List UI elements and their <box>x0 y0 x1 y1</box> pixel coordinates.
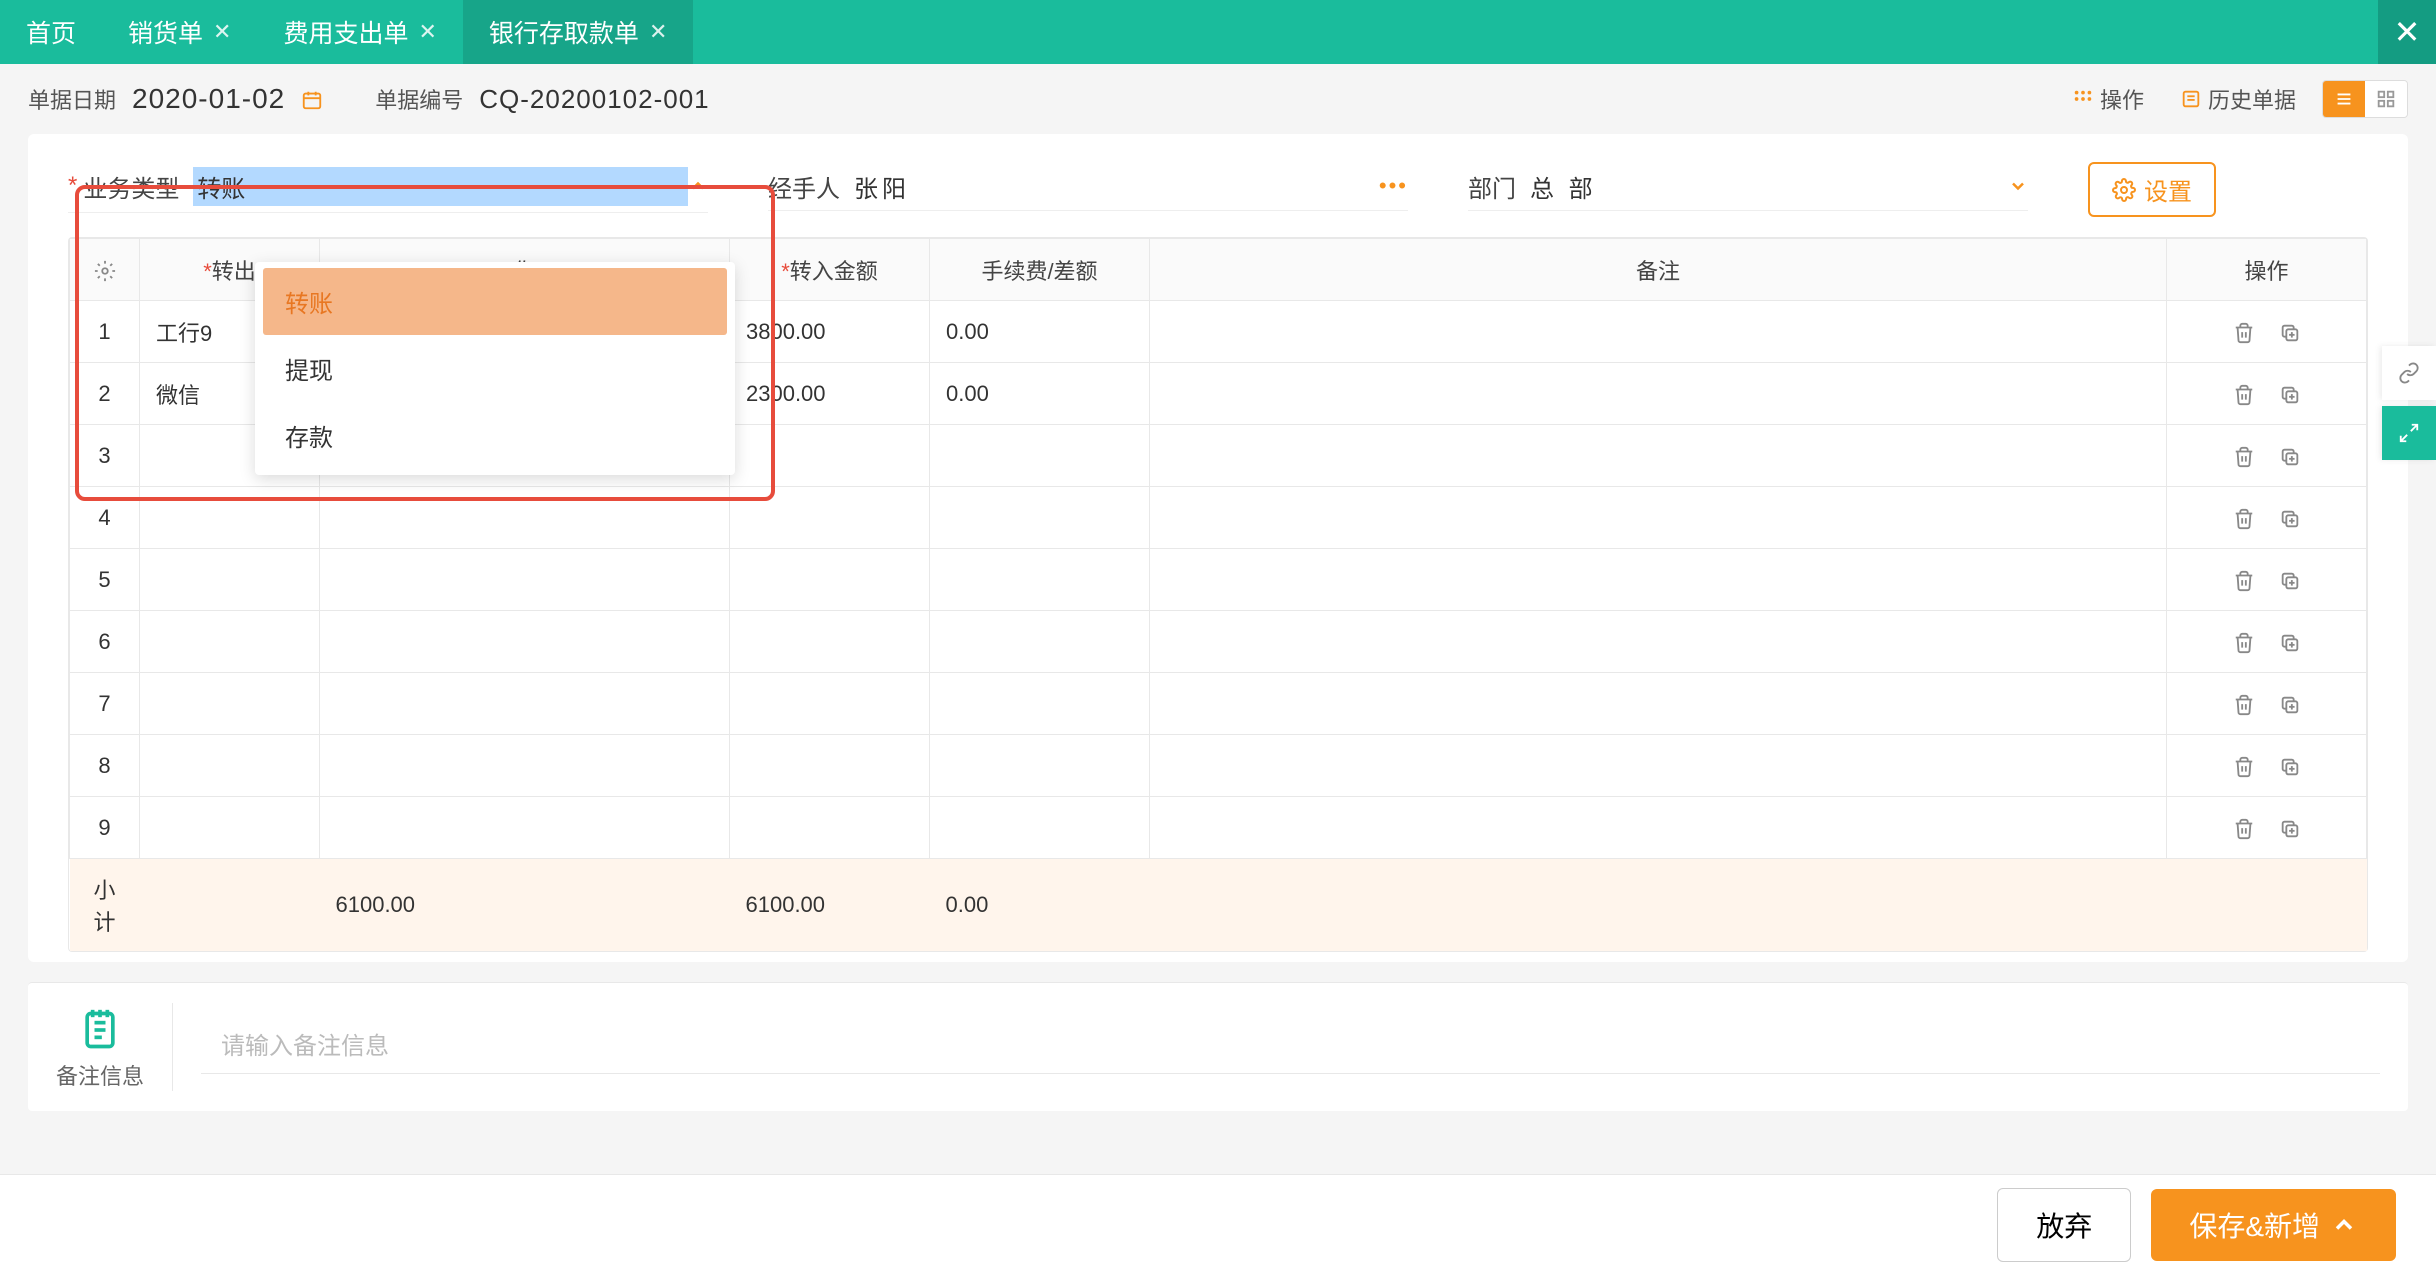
copy-icon[interactable] <box>2279 381 2301 407</box>
tab-bar: 首页 销货单✕ 费用支出单✕ 银行存取款单✕ ✕ <box>0 0 2436 64</box>
dropdown-option-withdraw[interactable]: 提现 <box>263 335 727 402</box>
close-icon[interactable]: ✕ <box>213 19 231 45</box>
col-actions: 操作 <box>2167 239 2367 301</box>
remarks-input[interactable] <box>201 1021 2380 1074</box>
copy-icon[interactable] <box>2279 629 2301 655</box>
subtotal-in: 6100.00 <box>730 859 930 952</box>
col-remark: 备注 <box>1150 239 2167 301</box>
view-toggle-grid[interactable] <box>2365 81 2407 117</box>
table-row[interactable]: 5 <box>70 549 2367 611</box>
view-toggle <box>2322 80 2408 118</box>
link-icon[interactable] <box>2382 346 2436 400</box>
delete-icon[interactable] <box>2233 815 2255 841</box>
biz-type-dropdown: 转账 提现 存款 <box>255 262 735 475</box>
actions-button[interactable]: 操作 <box>2062 83 2154 115</box>
table-row[interactable]: 9 <box>70 797 2367 859</box>
chevron-down-icon[interactable] <box>2008 175 2028 198</box>
number-label: 单据编号 <box>375 83 463 115</box>
discard-button[interactable]: 放弃 <box>1997 1188 2131 1262</box>
side-buttons <box>2382 346 2436 460</box>
header-row: 单据日期 2020-01-02 单据编号 CQ-20200102-001 操作 … <box>0 64 2436 134</box>
tab-expense[interactable]: 费用支出单✕ <box>257 0 462 64</box>
delete-icon[interactable] <box>2233 753 2255 779</box>
table-row[interactable]: 6 <box>70 611 2367 673</box>
delete-icon[interactable] <box>2233 567 2255 593</box>
subtotal-out: 6100.00 <box>320 859 730 952</box>
settings-button[interactable]: 设置 <box>2088 162 2216 217</box>
copy-icon[interactable] <box>2279 319 2301 345</box>
number-value: CQ-20200102-001 <box>479 84 709 115</box>
col-fee: 手续费/差额 <box>930 239 1150 301</box>
dept-value[interactable]: 总 部 <box>1530 169 2008 204</box>
delete-icon[interactable] <box>2233 691 2255 717</box>
handler-value[interactable]: 张阳 <box>854 169 1379 204</box>
close-icon[interactable]: ✕ <box>649 19 667 45</box>
dept-field[interactable]: 部门 总 部 <box>1468 169 2028 211</box>
tab-home[interactable]: 首页 <box>0 0 102 64</box>
date-label: 单据日期 <box>28 83 116 115</box>
dropdown-option-deposit[interactable]: 存款 <box>263 402 727 469</box>
more-icon[interactable]: ••• <box>1379 173 1408 199</box>
table-row[interactable]: 7 <box>70 673 2367 735</box>
remarks-section: 备注信息 <box>28 982 2408 1111</box>
remarks-label: 备注信息 <box>56 1059 144 1091</box>
delete-icon[interactable] <box>2233 629 2255 655</box>
subtotal-label: 小计 <box>70 859 140 952</box>
view-toggle-list[interactable] <box>2323 81 2365 117</box>
history-button[interactable]: 历史单据 <box>2170 83 2306 115</box>
dropdown-option-transfer[interactable]: 转账 <box>263 268 727 335</box>
date-value[interactable]: 2020-01-02 <box>132 83 285 115</box>
delete-icon[interactable] <box>2233 381 2255 407</box>
biz-type-value[interactable]: 转账 <box>193 167 688 206</box>
gear-icon-header[interactable] <box>70 239 140 301</box>
chevron-up-icon[interactable] <box>688 175 708 198</box>
content: *业务类型 转账 经手人 张阳 ••• 部门 总 部 设置 <box>0 134 2436 962</box>
biz-type-field[interactable]: *业务类型 转账 <box>68 167 708 213</box>
copy-icon[interactable] <box>2279 443 2301 469</box>
subtotal-row: 小计 6100.00 6100.00 0.00 <box>70 859 2367 952</box>
filter-card: *业务类型 转账 经手人 张阳 ••• 部门 总 部 设置 <box>28 134 2408 962</box>
expand-icon[interactable] <box>2382 406 2436 460</box>
save-add-button[interactable]: 保存&新增 <box>2151 1189 2396 1261</box>
copy-icon[interactable] <box>2279 691 2301 717</box>
subtotal-fee: 0.00 <box>930 859 1150 952</box>
copy-icon[interactable] <box>2279 505 2301 531</box>
tab-bank[interactable]: 银行存取款单✕ <box>463 0 693 64</box>
tab-sales[interactable]: 销货单✕ <box>102 0 257 64</box>
copy-icon[interactable] <box>2279 815 2301 841</box>
delete-icon[interactable] <box>2233 319 2255 345</box>
copy-icon[interactable] <box>2279 753 2301 779</box>
footer: 放弃 保存&新增 <box>0 1174 2436 1274</box>
col-in-amount: *转入金额 <box>730 239 930 301</box>
table-row[interactable]: 8 <box>70 735 2367 797</box>
delete-icon[interactable] <box>2233 505 2255 531</box>
handler-field[interactable]: 经手人 张阳 ••• <box>768 169 1408 211</box>
notes-icon <box>78 1003 122 1053</box>
delete-icon[interactable] <box>2233 443 2255 469</box>
close-panel-button[interactable]: ✕ <box>2378 0 2436 64</box>
table-row[interactable]: 4 <box>70 487 2367 549</box>
copy-icon[interactable] <box>2279 567 2301 593</box>
close-icon[interactable]: ✕ <box>418 19 436 45</box>
calendar-icon[interactable] <box>301 86 323 112</box>
